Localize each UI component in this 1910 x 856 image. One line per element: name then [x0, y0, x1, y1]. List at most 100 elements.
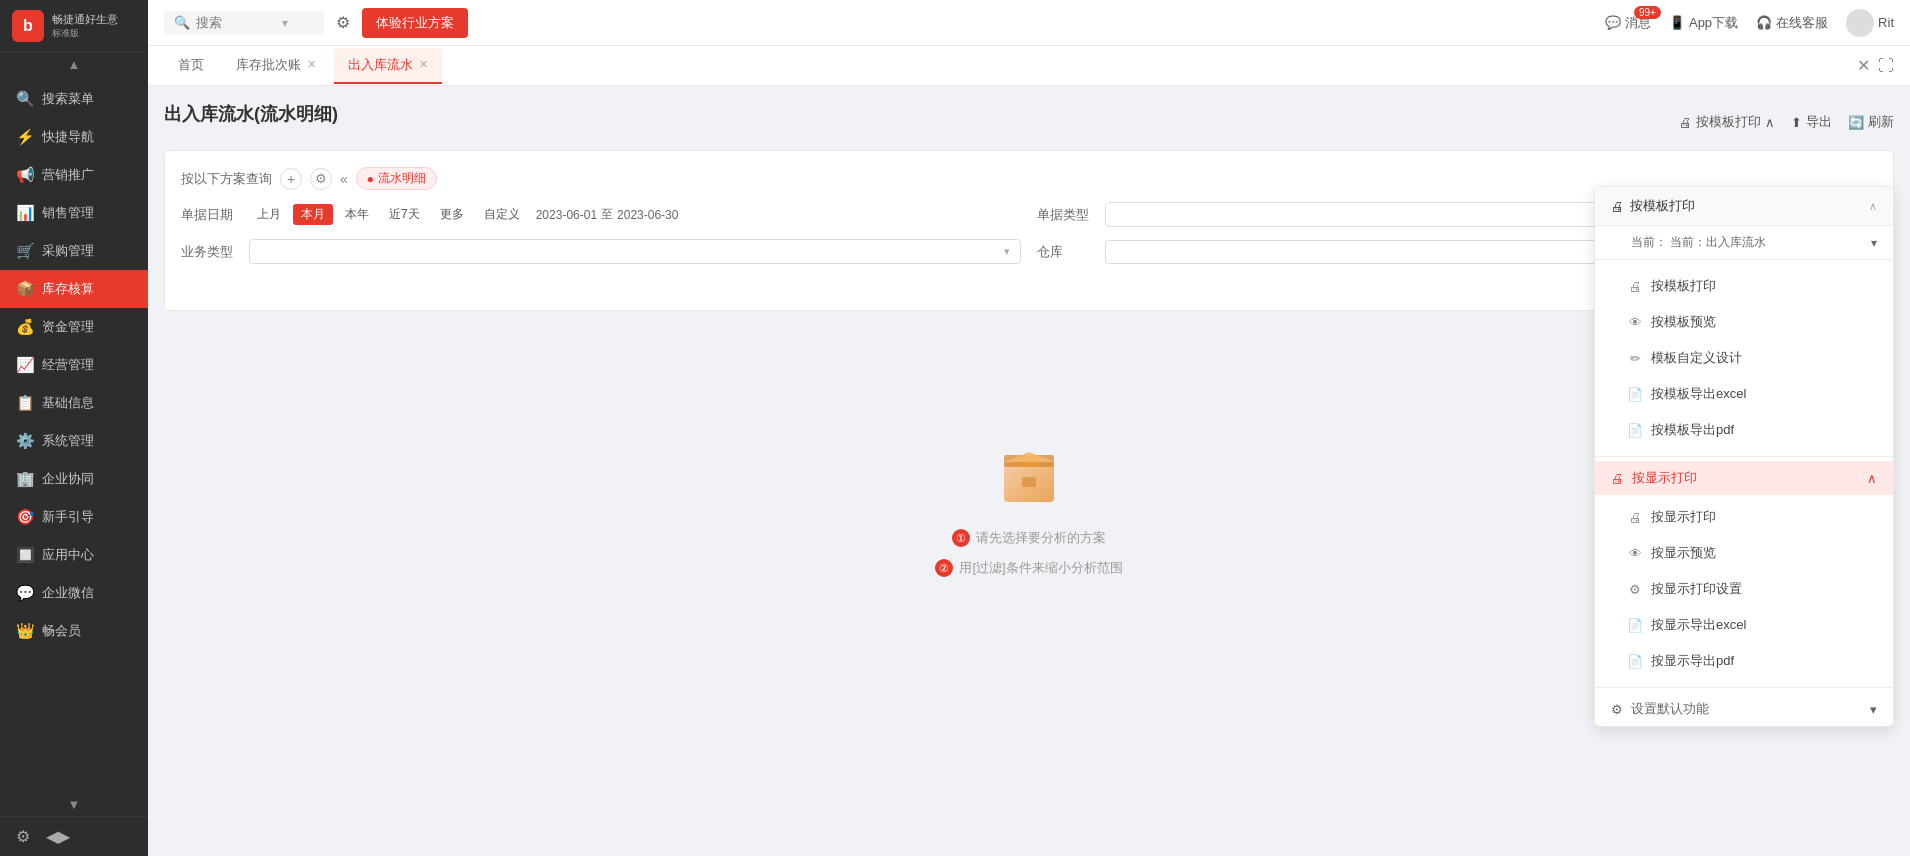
apps-icon: 🔲: [16, 546, 34, 564]
sidebar-item-finance[interactable]: 💰 资金管理: [0, 308, 148, 346]
display-header-content: 🖨 按显示打印: [1611, 469, 1697, 487]
app-download-btn[interactable]: 📱 App下载: [1669, 14, 1738, 32]
basic-icon: 📋: [16, 394, 34, 412]
display-print-item[interactable]: 🖨 按显示打印: [1595, 499, 1893, 535]
main-area: 🔍 ▾ ⚙ 体验行业方案 💬 消息 99+ 📱 App下载 🎧 在线客服 Rit: [148, 0, 1910, 856]
search-input[interactable]: [196, 15, 276, 30]
expand-icon[interactable]: ⛶: [1878, 57, 1894, 75]
sidebar-item-quick-nav[interactable]: ⚡ 快捷导航: [0, 118, 148, 156]
sidebar-item-guide[interactable]: 🎯 新手引导: [0, 498, 148, 536]
date-tabs: 上月 本月 本年 近7天 更多 自定义: [249, 204, 528, 225]
date-tab-this-month[interactable]: 本月: [293, 204, 333, 225]
header-search-box[interactable]: 🔍 ▾: [164, 11, 324, 34]
tab-stock-flow[interactable]: 出入库流水 ✕: [334, 48, 442, 84]
sidebar-item-enterprise[interactable]: 🏢 企业协同: [0, 460, 148, 498]
header-right: 💬 消息 99+ 📱 App下载 🎧 在线客服 Rit: [1605, 9, 1894, 37]
sidebar-scroll-down[interactable]: ▼: [0, 793, 148, 816]
filter-collapse-icon[interactable]: «: [340, 171, 348, 187]
date-tab-this-year[interactable]: 本年: [337, 204, 377, 225]
user-profile-btn[interactable]: Rit: [1846, 9, 1894, 37]
filter-add-btn[interactable]: +: [280, 168, 302, 190]
settings-bottom-icon[interactable]: ⚙: [16, 827, 30, 846]
sidebar-item-apps[interactable]: 🔲 应用中心: [0, 536, 148, 574]
doc-type-label: 单据类型: [1037, 206, 1097, 224]
print-icon: 🖨: [1679, 115, 1692, 130]
display-preview-item[interactable]: 👁 按显示预览: [1595, 535, 1893, 571]
inventory-icon: 📦: [16, 280, 34, 298]
sidebar-item-label: 营销推广: [42, 166, 94, 184]
operations-icon: 📈: [16, 356, 34, 374]
sidebar-item-marketing[interactable]: 📢 营销推广: [0, 156, 148, 194]
close-stock-flow-tab[interactable]: ✕: [419, 58, 428, 71]
customer-service-btn[interactable]: 🎧 在线客服: [1756, 14, 1828, 32]
filter-tag-label: 流水明细: [378, 170, 426, 187]
filter-settings-btn[interactable]: ⚙: [310, 168, 332, 190]
sidebar-item-label: 销售管理: [42, 204, 94, 222]
collapse-sidebar-icon[interactable]: ◀▶: [46, 827, 70, 846]
divider2: [1595, 456, 1893, 457]
trial-btn[interactable]: 体验行业方案: [362, 8, 468, 38]
refresh-btn[interactable]: 🔄 刷新: [1848, 113, 1894, 131]
empty-step-1: ① 请先选择要分析的方案: [952, 529, 1106, 547]
display-export-excel-item[interactable]: 📄 按显示导出excel: [1595, 607, 1893, 643]
message-btn[interactable]: 💬 消息 99+: [1605, 14, 1651, 32]
date-tab-last-7days[interactable]: 近7天: [381, 204, 428, 225]
sidebar-item-label: 系统管理: [42, 432, 94, 450]
download-icon: 📱: [1669, 15, 1685, 30]
app-name-block: 畅捷通好生意 标准版: [52, 12, 118, 40]
business-type-select[interactable]: ▾: [249, 239, 1021, 264]
sidebar-item-purchase[interactable]: 🛒 采购管理: [0, 232, 148, 270]
date-tab-custom[interactable]: 自定义: [476, 204, 528, 225]
sidebar-scroll-up[interactable]: ▲: [0, 53, 148, 76]
date-from: 2023-06-01: [536, 208, 597, 222]
step2-num: ②: [935, 559, 953, 577]
dropdown-panel: 🖨 按模板打印 ∧ 当前： 当前：出入库流水 ▾ 🖨 按模板打印: [1594, 186, 1894, 727]
search-icon: 🔍: [174, 15, 190, 30]
dropdown-subtitle-arrow: ▾: [1871, 236, 1877, 250]
template-preview-item[interactable]: 👁 按模板预览: [1595, 304, 1893, 340]
date-to: 2023-06-30: [617, 208, 678, 222]
dropdown-footer[interactable]: ⚙ 设置默认功能 ▾: [1595, 692, 1893, 726]
date-tab-last-month[interactable]: 上月: [249, 204, 289, 225]
template-print-item[interactable]: 🖨 按模板打印: [1595, 268, 1893, 304]
date-range: 2023-06-01 至 2023-06-30: [536, 206, 679, 223]
sidebar-bottom: ⚙ ◀▶: [0, 816, 148, 856]
sidebar-item-label: 快捷导航: [42, 128, 94, 146]
filter-tag: ● 流水明细: [356, 167, 437, 190]
sidebar-item-operations[interactable]: 📈 经营管理: [0, 346, 148, 384]
sidebar-item-system[interactable]: ⚙️ 系统管理: [0, 422, 148, 460]
sidebar-item-search[interactable]: 🔍 搜索菜单: [0, 80, 148, 118]
template-export-pdf-item[interactable]: 📄 按模板导出pdf: [1595, 412, 1893, 448]
dropdown-header-chevron-icon[interactable]: ∧: [1869, 200, 1877, 213]
sidebar-item-inventory[interactable]: 📦 库存核算: [0, 270, 148, 308]
guide-icon: 🎯: [16, 508, 34, 526]
print-arrow-icon: ∧: [1765, 115, 1775, 130]
display-section-header[interactable]: 🖨 按显示打印 ∧: [1595, 461, 1893, 495]
sidebar-item-label: 采购管理: [42, 242, 94, 260]
sidebar-item-basic[interactable]: 📋 基础信息: [0, 384, 148, 422]
header-settings-icon[interactable]: ⚙: [336, 13, 350, 32]
tab-home[interactable]: 首页: [164, 48, 218, 84]
tab-inventory-batch[interactable]: 库存批次账 ✕: [222, 48, 330, 84]
display-export-pdf-item[interactable]: 📄 按显示导出pdf: [1595, 643, 1893, 679]
search-nav-icon: 🔍: [16, 90, 34, 108]
sidebar-item-label: 畅会员: [42, 622, 81, 640]
sidebar-item-sales[interactable]: 📊 销售管理: [0, 194, 148, 232]
date-tab-more[interactable]: 更多: [432, 204, 472, 225]
sidebar-item-label: 应用中心: [42, 546, 94, 564]
display-print-settings-item[interactable]: ⚙ 按显示打印设置: [1595, 571, 1893, 607]
close-inventory-batch-tab[interactable]: ✕: [307, 58, 316, 71]
close-all-tabs-icon[interactable]: ✕: [1857, 56, 1870, 75]
sidebar-item-member[interactable]: 👑 畅会员: [0, 612, 148, 650]
sidebar-item-wechat[interactable]: 💬 企业微信: [0, 574, 148, 612]
app-name: 畅捷通好生意: [52, 12, 118, 27]
template-print-btn[interactable]: 🖨 按模板打印 ∧: [1679, 113, 1775, 131]
export-btn[interactable]: ⬆ 导出: [1791, 113, 1832, 131]
search-dropdown-icon[interactable]: ▾: [282, 16, 288, 30]
tab-bar-right: ✕ ⛶: [1857, 56, 1894, 75]
template-custom-design-item[interactable]: ✏ 模板自定义设计: [1595, 340, 1893, 376]
message-icon: 💬: [1605, 15, 1621, 30]
display-print-icon: 🖨: [1611, 471, 1624, 486]
template-export-excel-item[interactable]: 📄 按模板导出excel: [1595, 376, 1893, 412]
business-type-label: 业务类型: [181, 243, 241, 261]
